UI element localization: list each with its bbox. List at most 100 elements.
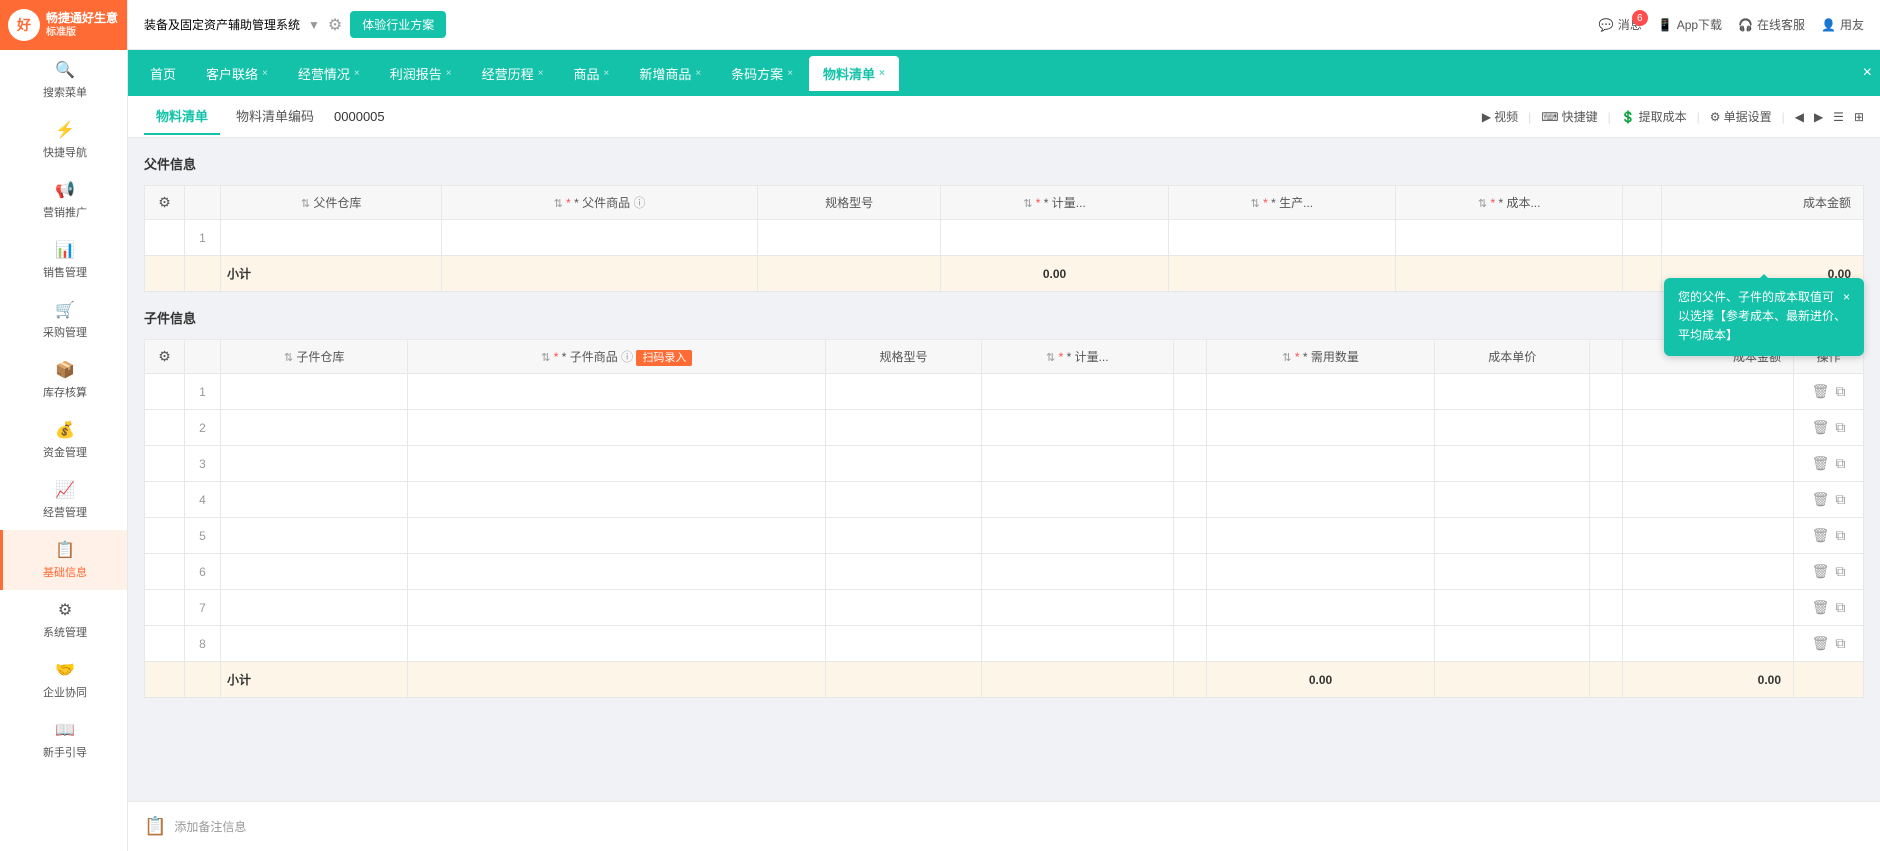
child-row-3-unit[interactable] [981,446,1173,482]
copy-row-8-button[interactable]: ⧉ [1835,635,1845,652]
child-row-5-unit-price[interactable] [1435,518,1590,554]
child-row-5-quantity[interactable] [1207,518,1435,554]
message-item[interactable]: 💬 消息 6 [1599,16,1642,33]
child-row-8-unit[interactable] [981,626,1173,662]
child-row-8-product[interactable] [408,626,826,662]
parent-row-1-unit[interactable] [941,220,1168,256]
child-row-3-spec[interactable] [826,446,981,482]
bottom-add-icon[interactable]: 📋 [144,816,166,837]
sidebar-item-purchase[interactable]: 🛒 采购管理 [0,290,127,350]
parent-row-1-warehouse[interactable] [221,220,442,256]
copy-row-3-button[interactable]: ⧉ [1835,455,1845,472]
scan-badge[interactable]: 扫码录入 [636,350,692,366]
view-btn[interactable]: ▶ 视频 [1482,108,1518,125]
sidebar-item-sales[interactable]: 📊 销售管理 [0,230,127,290]
sidebar-item-basics[interactable]: 📋 基础信息 [0,530,127,590]
child-row-8-warehouse[interactable] [221,626,408,662]
child-row-7-unit[interactable] [981,590,1173,626]
sidebar-item-collab[interactable]: 🤝 企业协同 [0,650,127,710]
tab-products[interactable]: 商品 × [559,56,623,91]
app-download-item[interactable]: 📱 App下载 [1658,16,1722,33]
child-row-6-quantity[interactable] [1207,554,1435,590]
child-row-4-product[interactable] [408,482,826,518]
tab-profit[interactable]: 利润报告 × [376,56,466,91]
close-tab-customer-icon[interactable]: × [262,68,268,79]
single-settings-btn[interactable]: ⚙ 单据设置 [1710,108,1772,125]
online-service-item[interactable]: 🎧 在线客服 [1738,16,1805,33]
copy-row-6-button[interactable]: ⧉ [1835,563,1845,580]
child-row-7-product[interactable] [408,590,826,626]
child-row-2-warehouse[interactable] [221,410,408,446]
child-row-2-quantity[interactable] [1207,410,1435,446]
child-row-2-product[interactable] [408,410,826,446]
sidebar-item-inventory[interactable]: 📦 库存核算 [0,350,127,410]
sidebar-item-marketing[interactable]: 📢 营销推广 [0,170,127,230]
parent-settings-icon[interactable]: ⚙ [158,194,171,210]
child-row-1-quantity[interactable] [1207,374,1435,410]
child-row-2-unit[interactable] [981,410,1173,446]
child-row-7-warehouse[interactable] [221,590,408,626]
child-row-3-unit-price[interactable] [1435,446,1590,482]
tooltip-close-icon[interactable]: × [1843,288,1850,307]
parent-row-1-production[interactable] [1168,220,1395,256]
settings-icon[interactable]: ⚙ [328,15,342,35]
child-row-6-unit[interactable] [981,554,1173,590]
child-row-1-product[interactable] [408,374,826,410]
child-row-5-product[interactable] [408,518,826,554]
prev-icon[interactable]: ◀ [1795,110,1804,124]
next-icon[interactable]: ▶ [1814,110,1823,124]
close-tab-new-product-icon[interactable]: × [695,68,701,79]
sub-tab-bom-code[interactable]: 物料清单编码 [224,98,326,135]
close-all-tabs-icon[interactable]: × [1863,64,1872,82]
tab-bom[interactable]: 物料清单 × [809,56,899,91]
child-row-5-spec[interactable] [826,518,981,554]
dropdown-arrow-icon[interactable]: ▼ [308,18,320,32]
trial-button[interactable]: 体验行业方案 [350,11,446,38]
delete-row-4-button[interactable]: 🗑 [1812,491,1830,508]
delete-row-6-button[interactable]: 🗑 [1812,563,1830,580]
delete-row-3-button[interactable]: 🗑 [1812,455,1830,472]
close-tab-barcode-icon[interactable]: × [787,68,793,79]
user-item[interactable]: 👤 用友 [1821,16,1864,33]
tab-barcode[interactable]: 条码方案 × [717,56,807,91]
child-row-4-warehouse[interactable] [221,482,408,518]
extract-cost-btn[interactable]: 💲 提取成本 [1621,108,1687,125]
child-row-2-unit-price[interactable] [1435,410,1590,446]
sidebar-item-operations[interactable]: 📈 经营管理 [0,470,127,530]
child-row-8-quantity[interactable] [1207,626,1435,662]
copy-row-5-button[interactable]: ⧉ [1835,527,1845,544]
child-row-8-spec[interactable] [826,626,981,662]
delete-row-8-button[interactable]: 🗑 [1812,635,1830,652]
tab-history[interactable]: 经营历程 × [468,56,558,91]
copy-row-7-button[interactable]: ⧉ [1835,599,1845,616]
child-row-4-unit-price[interactable] [1435,482,1590,518]
child-row-1-warehouse[interactable] [221,374,408,410]
parent-row-1-spec[interactable] [757,220,940,256]
child-row-6-warehouse[interactable] [221,554,408,590]
delete-row-7-button[interactable]: 🗑 [1812,599,1830,616]
child-settings-icon[interactable]: ⚙ [158,348,171,364]
shortcut-btn[interactable]: ⌨ 快捷键 [1541,108,1597,125]
tab-new-product[interactable]: 新增商品 × [625,56,715,91]
child-row-1-unit-price[interactable] [1435,374,1590,410]
child-row-1-spec[interactable] [826,374,981,410]
copy-row-2-button[interactable]: ⧉ [1835,419,1845,436]
child-row-8-unit-price[interactable] [1435,626,1590,662]
child-row-2-spec[interactable] [826,410,981,446]
parent-row-1-cost[interactable] [1396,220,1623,256]
parent-row-1-product[interactable] [442,220,758,256]
close-tab-bom-icon[interactable]: × [879,68,885,79]
tab-operations[interactable]: 经营情况 × [284,56,374,91]
sidebar-item-search[interactable]: 🔍 搜索菜单 [0,50,127,110]
tab-home[interactable]: 首页 [136,56,190,91]
child-row-4-spec[interactable] [826,482,981,518]
child-row-6-product[interactable] [408,554,826,590]
child-row-4-quantity[interactable] [1207,482,1435,518]
child-row-3-warehouse[interactable] [221,446,408,482]
child-row-3-quantity[interactable] [1207,446,1435,482]
close-tab-products-icon[interactable]: × [603,68,609,79]
delete-row-5-button[interactable]: 🗑 [1812,527,1830,544]
child-row-7-quantity[interactable] [1207,590,1435,626]
child-row-3-product[interactable] [408,446,826,482]
tab-customer[interactable]: 客户联络 × [192,56,282,91]
